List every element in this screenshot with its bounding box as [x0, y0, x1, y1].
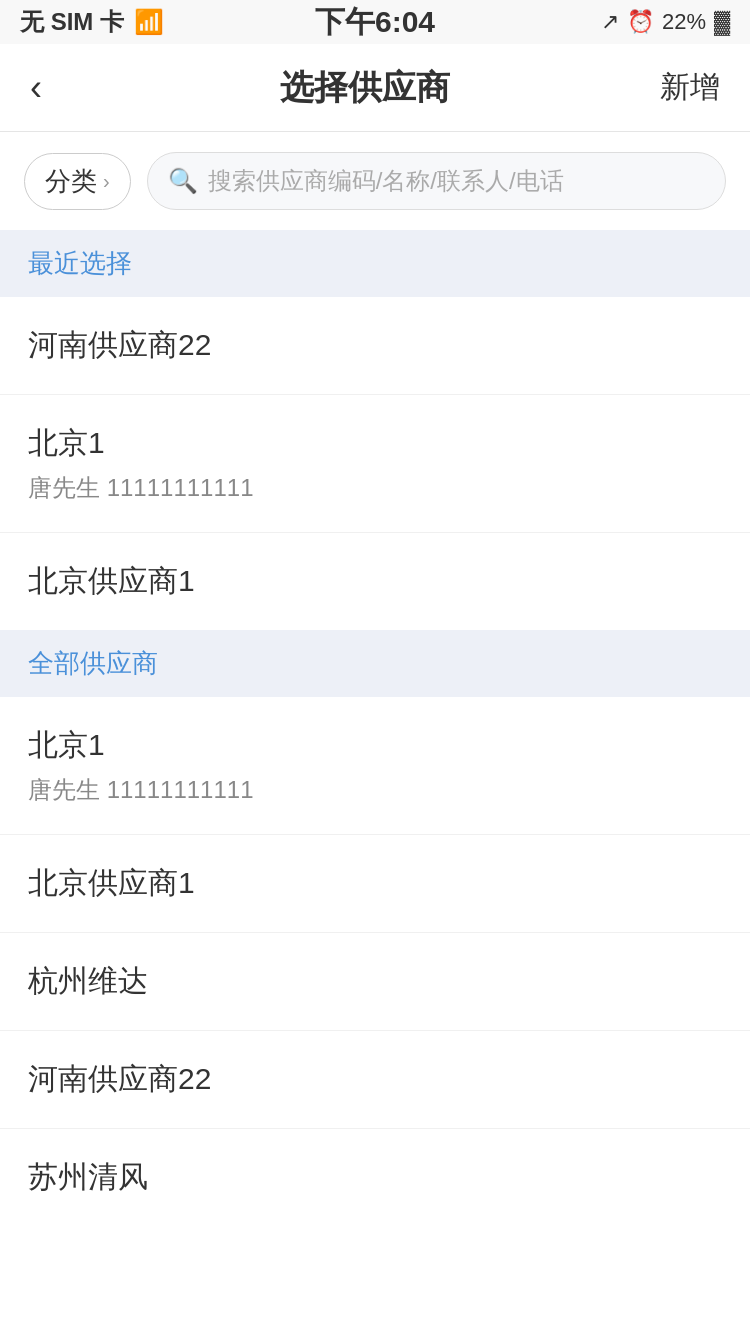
item-name: 北京供应商1: [28, 863, 722, 904]
status-right: ↗ ⏰ 22% ▓: [601, 9, 730, 35]
category-button[interactable]: 分类 ›: [24, 153, 131, 210]
all-section-header: 全部供应商: [0, 630, 750, 697]
item-name: 河南供应商22: [28, 1059, 722, 1100]
status-left: 无 SIM 卡 📶: [20, 6, 164, 38]
filter-bar: 分类 › 🔍 搜索供应商编码/名称/联系人/电话: [0, 132, 750, 230]
status-bar: 无 SIM 卡 📶 下午6:04 ↗ ⏰ 22% ▓: [0, 0, 750, 44]
item-name: 北京供应商1: [28, 561, 722, 602]
location-icon: ↗: [601, 9, 619, 35]
page-title: 选择供应商: [280, 65, 450, 111]
battery-icon: ▓: [714, 9, 730, 35]
recent-list: 河南供应商22 北京1 唐先生 11111111111 北京供应商1: [0, 297, 750, 630]
recent-section-header: 最近选择: [0, 230, 750, 297]
all-suppliers-list: 北京1 唐先生 11111111111 北京供应商1 杭州维达 河南供应商22 …: [0, 697, 750, 1226]
item-name: 杭州维达: [28, 961, 722, 1002]
search-box[interactable]: 🔍 搜索供应商编码/名称/联系人/电话: [147, 152, 726, 210]
search-placeholder: 搜索供应商编码/名称/联系人/电话: [208, 165, 564, 197]
item-name: 河南供应商22: [28, 325, 722, 366]
sim-status: 无 SIM 卡: [20, 6, 124, 38]
item-sub: 唐先生 11111111111: [28, 472, 722, 504]
add-button[interactable]: 新增: [640, 67, 720, 108]
item-name: 苏州清风: [28, 1157, 722, 1198]
all-label: 全部供应商: [28, 648, 158, 678]
list-item[interactable]: 杭州维达: [0, 933, 750, 1031]
status-time: 下午6:04: [315, 2, 435, 43]
chevron-right-icon: ›: [103, 170, 110, 193]
back-button[interactable]: ‹: [30, 67, 90, 109]
wifi-icon: 📶: [134, 8, 164, 36]
item-sub: 唐先生 11111111111: [28, 774, 722, 806]
list-item[interactable]: 河南供应商22: [0, 1031, 750, 1129]
search-icon: 🔍: [168, 167, 198, 195]
item-name: 北京1: [28, 725, 722, 766]
recent-label: 最近选择: [28, 248, 132, 278]
list-item[interactable]: 北京1 唐先生 11111111111: [0, 697, 750, 835]
list-item[interactable]: 河南供应商22: [0, 297, 750, 395]
list-item[interactable]: 苏州清风: [0, 1129, 750, 1226]
list-item[interactable]: 北京1 唐先生 11111111111: [0, 395, 750, 533]
battery-level: 22%: [662, 9, 706, 35]
list-item[interactable]: 北京供应商1: [0, 533, 750, 630]
alarm-icon: ⏰: [627, 9, 654, 35]
item-name: 北京1: [28, 423, 722, 464]
category-label: 分类: [45, 164, 97, 199]
nav-bar: ‹ 选择供应商 新增: [0, 44, 750, 132]
list-item[interactable]: 北京供应商1: [0, 835, 750, 933]
